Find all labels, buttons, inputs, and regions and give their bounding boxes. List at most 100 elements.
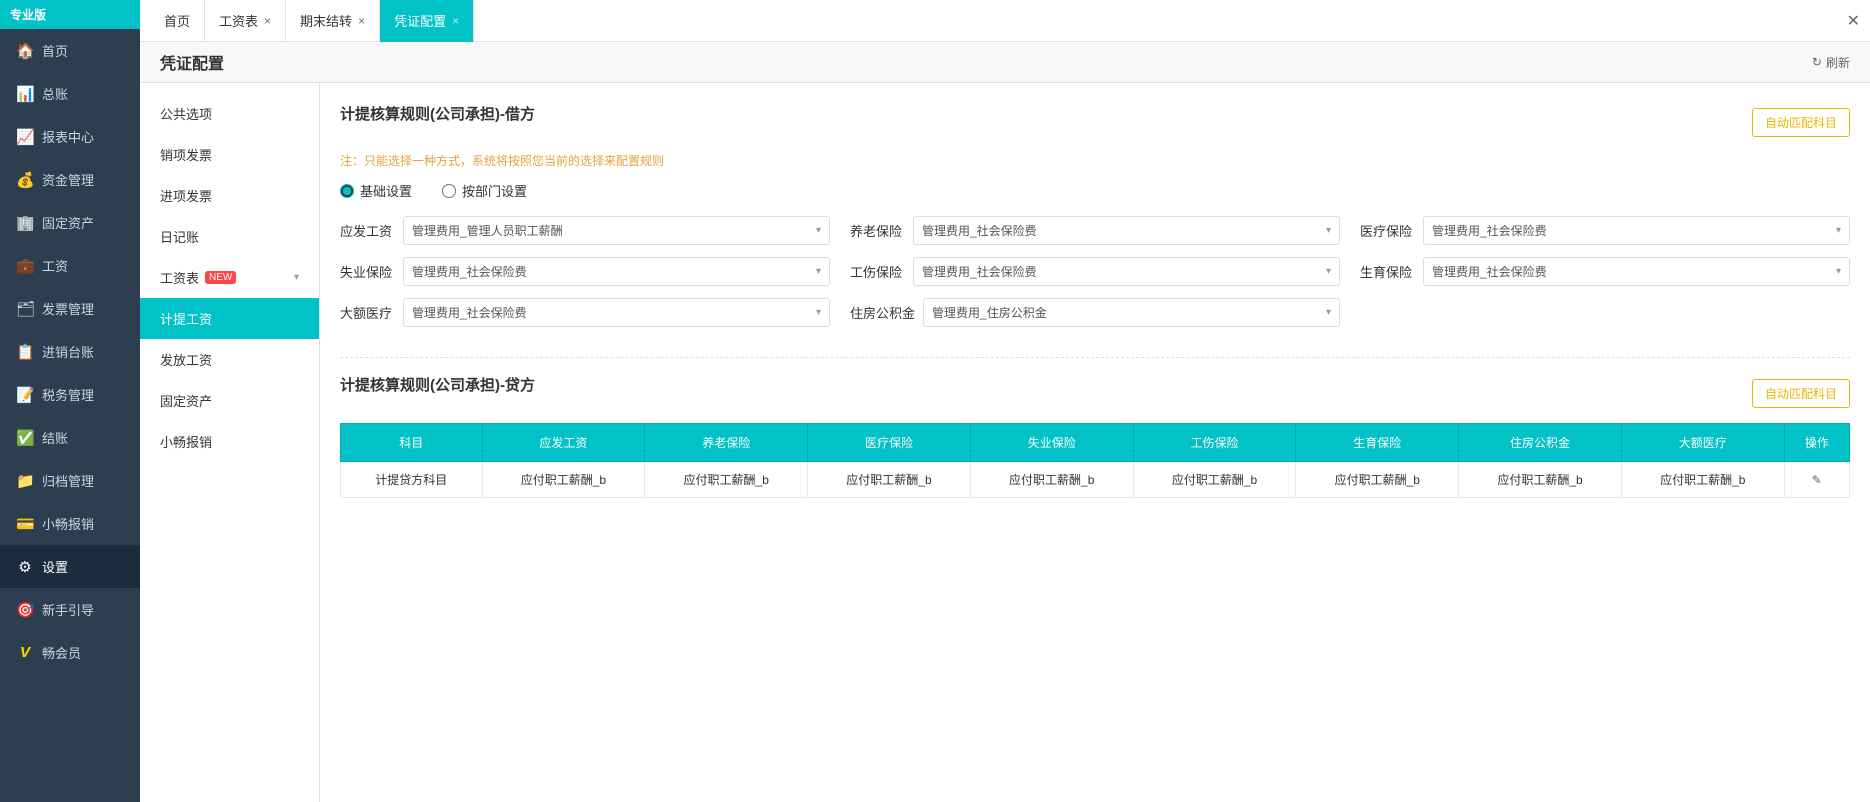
sidebar-item-archive[interactable]: 📁 归档管理 — [0, 459, 140, 502]
col-subject: 科目 — [341, 424, 483, 462]
left-nav-pay-payroll[interactable]: 发放工资 — [140, 339, 319, 380]
tab-bar: 首页 工资表 × 期末结转 × 凭证配置 × ✕ — [140, 0, 1870, 42]
new-badge: NEW — [205, 271, 236, 284]
field-medical-select[interactable]: 管理费用_社会保险费 ▾ — [1423, 216, 1850, 245]
left-nav-accrual-payroll[interactable]: 计提工资 — [140, 298, 319, 339]
sidebar-item-label: 畅会员 — [42, 643, 81, 662]
dropdown-arrow-icon: ▾ — [1326, 225, 1331, 236]
tab-payroll-close[interactable]: × — [264, 14, 271, 28]
field-salary-label: 应发工资 — [340, 221, 395, 240]
sidebar-item-general-ledger[interactable]: 📊 总账 — [0, 72, 140, 115]
field-housing-fund-value: 管理费用_住房公积金 — [932, 304, 1322, 321]
auto-match-credit-button[interactable]: 自动匹配科目 — [1752, 379, 1850, 408]
sidebar-item-payroll[interactable]: 💼 工资 — [0, 244, 140, 287]
left-nav-public-options[interactable]: 公共选项 — [140, 93, 319, 134]
sidebar-item-label: 设置 — [42, 557, 68, 576]
window-close-button[interactable]: ✕ — [1847, 11, 1860, 31]
auto-match-debit-button[interactable]: 自动匹配科目 — [1752, 108, 1850, 137]
sidebar-item-label: 固定资产 — [42, 213, 94, 232]
left-nav-purchase-invoice[interactable]: 进项发票 — [140, 175, 319, 216]
field-maternity-select[interactable]: 管理费用_社会保险费 ▾ — [1423, 257, 1850, 286]
guide-icon: 🎯 — [16, 601, 34, 619]
row-housing: 应付职工薪酬_b — [1459, 462, 1622, 498]
left-nav-payroll-table[interactable]: 工资表 NEW ▾ — [140, 257, 319, 298]
field-large-medical-label: 大额医疗 — [340, 303, 395, 322]
radio-department[interactable]: 按部门设置 — [442, 181, 527, 200]
sidebar-item-fund-mgmt[interactable]: 💰 资金管理 — [0, 158, 140, 201]
sidebar-item-expense[interactable]: 💳 小畅报销 — [0, 502, 140, 545]
sidebar-item-label: 小畅报销 — [42, 514, 94, 533]
sidebar-item-member[interactable]: V 畅会员 — [0, 631, 140, 674]
sidebar-item-close[interactable]: ✅ 结账 — [0, 416, 140, 459]
table-header-row: 科目 应发工资 养老保险 医疗保险 失业保险 工伤保险 生育保险 住房公积金 大… — [341, 424, 1850, 462]
col-large-medical: 大额医疗 — [1621, 424, 1784, 462]
sidebar-item-home[interactable]: 🏠 首页 — [0, 29, 140, 72]
field-injury-select[interactable]: 管理费用_社会保险费 ▾ — [913, 257, 1340, 286]
left-nav-journal[interactable]: 日记账 — [140, 216, 319, 257]
col-unemployment: 失业保险 — [970, 424, 1133, 462]
sidebar-item-label: 工资 — [42, 256, 68, 275]
tab-voucher-config[interactable]: 凭证配置 × — [380, 0, 474, 42]
section2-header: 计提核算规则(公司承担)-贷方 自动匹配科目 — [340, 374, 1850, 413]
sidebar-item-fixed-assets[interactable]: 🏢 固定资产 — [0, 201, 140, 244]
field-salary-value: 管理费用_管理人员职工薪酬 — [412, 222, 812, 239]
row-edit-action[interactable]: ✎ — [1784, 462, 1849, 498]
tab-payroll-table[interactable]: 工资表 × — [205, 0, 286, 42]
section1-header: 计提核算规则(公司承担)-借方 自动匹配科目 — [340, 103, 1850, 142]
row-large-medical: 应付职工薪酬_b — [1621, 462, 1784, 498]
expand-arrow-icon: ▾ — [294, 272, 299, 283]
sidebar-item-label: 新手引导 — [42, 600, 94, 619]
sidebar-item-settings[interactable]: ⚙ 设置 — [0, 545, 140, 588]
field-housing-fund-select[interactable]: 管理费用_住房公积金 ▾ — [923, 298, 1340, 327]
field-injury-label: 工伤保险 — [850, 262, 905, 281]
section-divider — [340, 357, 1850, 358]
content-area: 公共选项 销项发票 进项发票 日记账 工资表 NEW ▾ 计提工资 发放工资 — [140, 83, 1870, 802]
close-account-icon: ✅ — [16, 429, 34, 447]
field-pension-value: 管理费用_社会保险费 — [922, 222, 1322, 239]
tab-period-close[interactable]: 期末结转 × — [286, 0, 380, 42]
field-pension-select[interactable]: 管理费用_社会保险费 ▾ — [913, 216, 1340, 245]
tab-voucher-label: 凭证配置 — [394, 11, 446, 30]
col-maternity: 生育保险 — [1296, 424, 1459, 462]
expense-icon: 💳 — [16, 515, 34, 533]
section2-title: 计提核算规则(公司承担)-贷方 — [340, 374, 535, 401]
sidebar-item-invoice-mgmt[interactable]: 🗂 发票管理 — [0, 287, 140, 330]
sidebar-item-guide[interactable]: 🎯 新手引导 — [0, 588, 140, 631]
radio-dept-input[interactable] — [442, 184, 456, 198]
dropdown-arrow-icon: ▾ — [816, 225, 821, 236]
field-medical: 医疗保险 管理费用_社会保险费 ▾ — [1360, 216, 1850, 245]
field-large-medical-select[interactable]: 管理费用_社会保险费 ▾ — [403, 298, 830, 327]
purchase-icon: 📋 — [16, 343, 34, 361]
row-unemployment: 应付职工薪酬_b — [970, 462, 1133, 498]
debit-rules-section: 计提核算规则(公司承担)-借方 自动匹配科目 注：只能选择一种方式，系统将按照您… — [340, 103, 1850, 327]
row-pension: 应付职工薪酬_b — [645, 462, 808, 498]
field-unemployment-select[interactable]: 管理费用_社会保险费 ▾ — [403, 257, 830, 286]
sidebar-item-tax-mgmt[interactable]: 📝 税务管理 — [0, 373, 140, 416]
tab-period-close-btn[interactable]: × — [358, 14, 365, 28]
refresh-icon: ↻ — [1812, 55, 1822, 69]
fund-icon: 💰 — [16, 171, 34, 189]
tab-home[interactable]: 首页 — [150, 0, 205, 42]
dropdown-arrow-icon: ▾ — [1836, 266, 1841, 277]
field-salary-select[interactable]: 管理费用_管理人员职工薪酬 ▾ — [403, 216, 830, 245]
sidebar-item-report-center[interactable]: 📈 报表中心 — [0, 115, 140, 158]
edit-icon[interactable]: ✎ — [1812, 473, 1822, 487]
home-icon: 🏠 — [16, 42, 34, 60]
left-nav-sales-invoice[interactable]: 销项发票 — [140, 134, 319, 175]
left-nav-xiaochang-expense[interactable]: 小畅报销 — [140, 421, 319, 462]
radio-basic[interactable]: 基础设置 — [340, 181, 412, 200]
refresh-button[interactable]: ↻ 刷新 — [1812, 54, 1850, 71]
field-salary: 应发工资 管理费用_管理人员职工薪酬 ▾ — [340, 216, 830, 245]
sidebar-item-purchase-sale[interactable]: 📋 进销台账 — [0, 330, 140, 373]
sidebar-item-label: 归档管理 — [42, 471, 94, 490]
credit-rules-table: 科目 应发工资 养老保险 医疗保险 失业保险 工伤保险 生育保险 住房公积金 大… — [340, 423, 1850, 498]
page-title-bar: 凭证配置 ↻ 刷新 — [140, 42, 1870, 83]
field-large-medical-value: 管理费用_社会保险费 — [412, 304, 812, 321]
tab-voucher-close-btn[interactable]: × — [452, 14, 459, 28]
field-housing-fund-label: 住房公积金 — [850, 303, 915, 322]
col-injury: 工伤保险 — [1133, 424, 1296, 462]
radio-basic-input[interactable] — [340, 184, 354, 198]
sidebar-item-label: 资金管理 — [42, 170, 94, 189]
field-large-medical: 大额医疗 管理费用_社会保险费 ▾ — [340, 298, 830, 327]
left-nav-fixed-assets[interactable]: 固定资产 — [140, 380, 319, 421]
